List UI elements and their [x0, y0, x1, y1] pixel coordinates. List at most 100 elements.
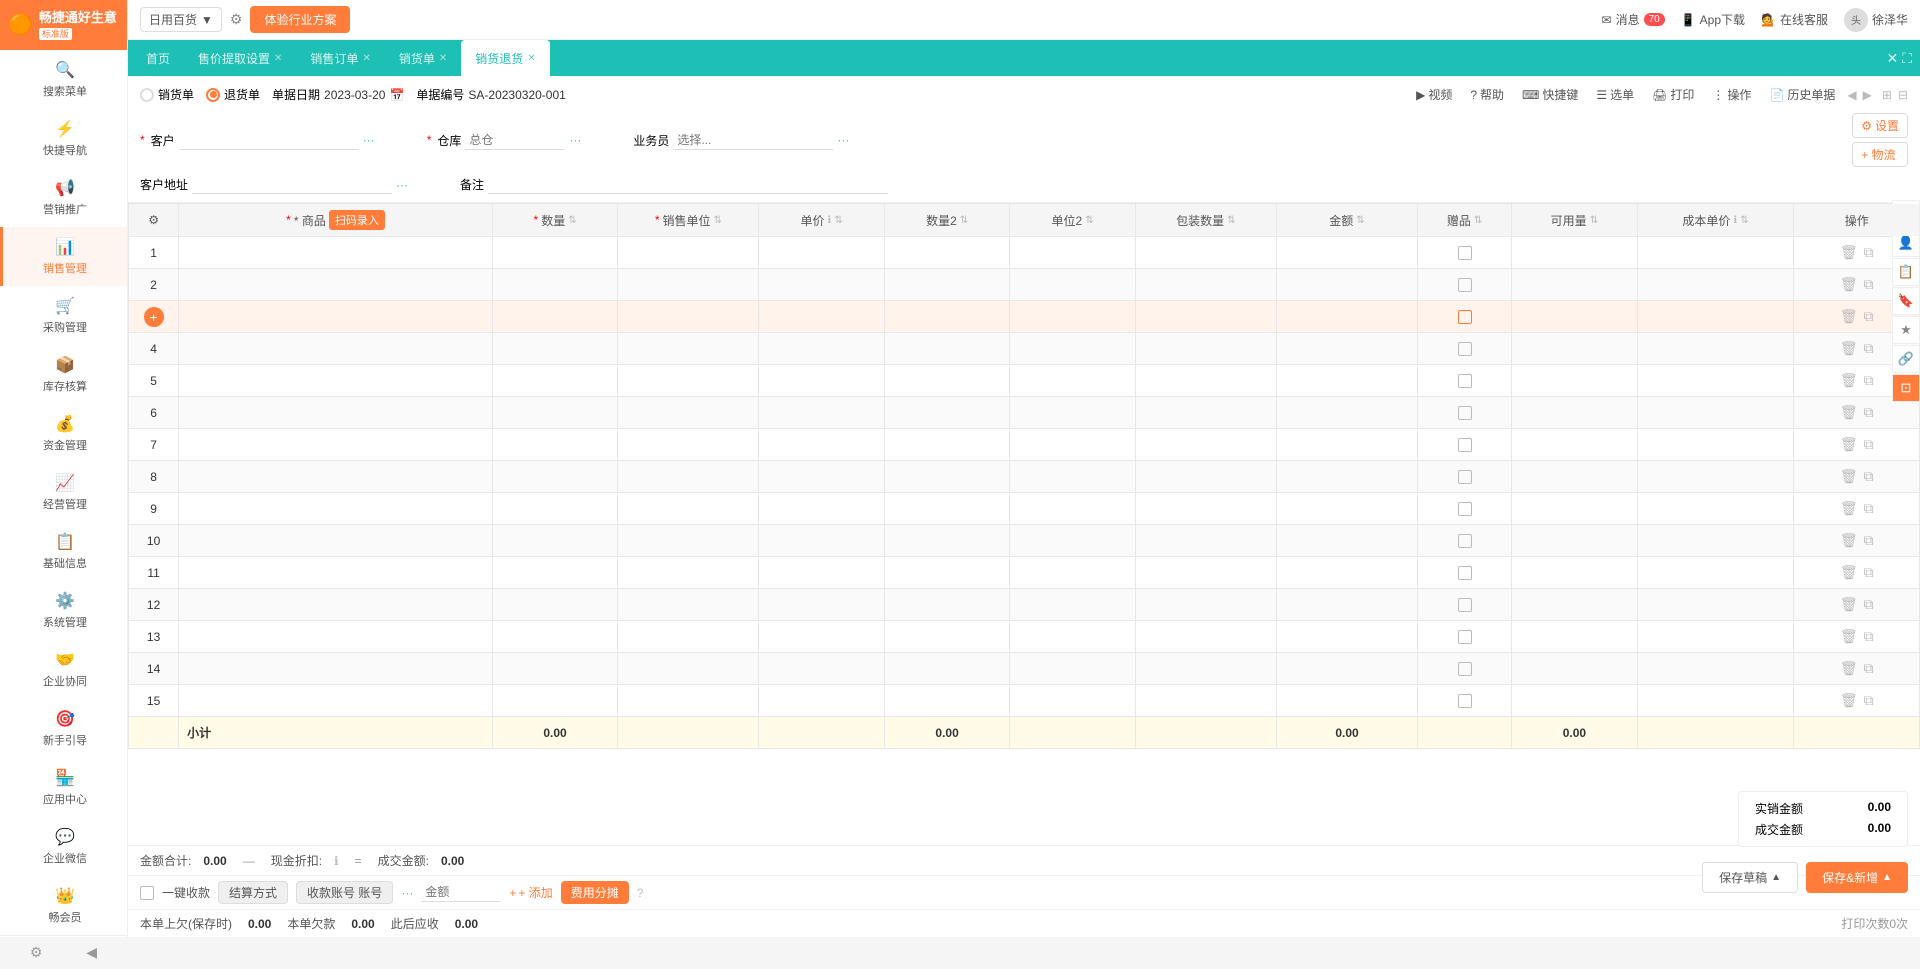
print-btn[interactable]: 🖨 打印	[1646, 84, 1700, 105]
delete-icon[interactable]: 🗑	[1840, 532, 1858, 549]
delete-icon[interactable]: 🗑	[1840, 692, 1858, 709]
copy-icon[interactable]: ⧉	[1864, 436, 1874, 453]
row-price-1[interactable]	[759, 237, 884, 269]
qty-sort-icon[interactable]: ⇅	[568, 215, 576, 226]
cost-info-icon[interactable]: ℹ	[1733, 215, 1737, 226]
calc-info-icon[interactable]: ℹ	[334, 854, 339, 868]
copy-row-3-icon[interactable]: ⧉	[1864, 308, 1874, 325]
settings-btn[interactable]: ⚙ 设置	[1852, 113, 1908, 138]
warehouse-more-btn[interactable]: ···	[569, 133, 581, 147]
topbar-gear-icon[interactable]: ⚙	[230, 11, 243, 28]
copy-row-2-icon[interactable]: ⧉	[1864, 276, 1874, 293]
copy-icon[interactable]: ⧉	[1864, 404, 1874, 421]
save-new-btn[interactable]: 保存&新增 ▲	[1806, 862, 1908, 893]
amount-sort-icon[interactable]: ⇅	[1356, 215, 1364, 226]
sidebar-item-search[interactable]: 🔍 搜索菜单	[0, 50, 127, 109]
help-btn[interactable]: ? 帮助	[1464, 84, 1510, 105]
row-unit-1[interactable]	[618, 237, 759, 269]
row-product-1[interactable]	[179, 237, 493, 269]
delete-row-3-icon[interactable]: 🗑	[1840, 308, 1858, 325]
industry-select[interactable]: 日用百货 ▼	[140, 7, 222, 32]
close-tab-icon[interactable]: ✕	[1886, 50, 1898, 67]
delete-icon[interactable]: 🗑	[1840, 660, 1858, 677]
delete-icon[interactable]: 🗑	[1840, 468, 1858, 485]
qty2-sort-icon[interactable]: ⇅	[960, 215, 968, 226]
sidebar-item-appstore[interactable]: 🏪 应用中心	[0, 758, 127, 817]
add-payment-btn[interactable]: + + 添加	[509, 884, 552, 901]
select-order-btn[interactable]: ☰ 选单	[1590, 84, 1640, 105]
delete-row-2-icon[interactable]: 🗑	[1840, 276, 1858, 293]
user-menu[interactable]: 头 徐泽华	[1844, 8, 1908, 32]
copy-icon[interactable]: ⧉	[1864, 532, 1874, 549]
copy-icon[interactable]: ⧉	[1864, 692, 1874, 709]
tab-home[interactable]: 首页	[132, 40, 184, 76]
radio-return[interactable]: 退货单	[206, 86, 260, 103]
copy-row-1-icon[interactable]: ⧉	[1864, 244, 1874, 261]
copy-icon[interactable]: ⧉	[1864, 564, 1874, 581]
history-btn[interactable]: 📄 历史单据	[1763, 84, 1841, 105]
row-cost-1[interactable]	[1637, 237, 1794, 269]
salesperson-more-btn[interactable]: ···	[837, 133, 849, 147]
salesperson-input[interactable]	[673, 131, 833, 150]
avail-sort-icon[interactable]: ⇅	[1590, 215, 1598, 226]
warehouse-input[interactable]	[465, 131, 565, 150]
delete-icon[interactable]: 🗑	[1840, 564, 1858, 581]
payment-help-icon[interactable]: ?	[637, 886, 644, 900]
sidebar-settings-icon[interactable]: ⚙	[30, 944, 43, 961]
tab-close-sales-return[interactable]: ✕	[527, 53, 535, 64]
sidebar-item-guide[interactable]: 🎯 新手引导	[0, 699, 127, 758]
price-info-icon[interactable]: ℹ	[828, 215, 832, 226]
row-qty2-1[interactable]	[884, 237, 1009, 269]
add-row-btn[interactable]: +	[144, 307, 164, 327]
tab-close-sales-delivery[interactable]: ✕	[439, 53, 447, 64]
th-settings[interactable]: ⚙	[129, 204, 179, 237]
copy-icon[interactable]: ⧉	[1864, 596, 1874, 613]
tab-sales-delivery[interactable]: 销货单 ✕	[385, 40, 461, 76]
active-product-input[interactable]	[183, 310, 488, 324]
row-unit2-1[interactable]	[1010, 237, 1135, 269]
gift-sort-icon[interactable]: ⇅	[1474, 215, 1482, 226]
remark-input[interactable]	[488, 175, 888, 194]
add-logistics-btn[interactable]: + 物流	[1852, 142, 1908, 167]
online-service-btn[interactable]: 💁 在线客服	[1761, 11, 1828, 28]
delete-icon[interactable]: 🗑	[1840, 340, 1858, 357]
address-input[interactable]	[192, 175, 392, 194]
row-avail-1[interactable]	[1512, 237, 1637, 269]
float-icon-3[interactable]: 📋	[1892, 258, 1920, 286]
app-download-btn[interactable]: 📱 App下载	[1681, 11, 1745, 28]
copy-icon[interactable]: ⧉	[1864, 372, 1874, 389]
tab-sales-return[interactable]: 销货退货 ✕	[461, 40, 549, 76]
tab-price-settings[interactable]: 售价提取设置 ✕	[184, 40, 296, 76]
save-draft-btn[interactable]: 保存草稿 ▲	[1702, 862, 1798, 893]
copy-icon[interactable]: ⧉	[1864, 500, 1874, 517]
float-icon-4[interactable]: 🔖	[1892, 287, 1920, 315]
split-cost-btn[interactable]: 费用分摊	[561, 881, 629, 904]
pack-sort-icon[interactable]: ⇅	[1227, 215, 1235, 226]
address-more-btn[interactable]: ···	[396, 178, 408, 192]
message-btn[interactable]: ✉ 消息 70	[1602, 11, 1665, 28]
delete-icon[interactable]: 🗑	[1840, 436, 1858, 453]
calc-method-btn[interactable]: 结算方式	[218, 881, 288, 904]
float-icon-5[interactable]: ★	[1892, 316, 1920, 344]
sidebar-item-basic[interactable]: 📋 基础信息	[0, 522, 127, 581]
tab-close-price-settings[interactable]: ✕	[274, 53, 282, 64]
delete-icon[interactable]: 🗑	[1840, 628, 1858, 645]
delete-icon[interactable]: 🗑	[1840, 372, 1858, 389]
delete-row-1-icon[interactable]: 🗑	[1840, 244, 1858, 261]
sidebar-item-member[interactable]: 👑 畅会员	[0, 876, 127, 935]
customer-input[interactable]	[179, 131, 359, 150]
copy-icon[interactable]: ⧉	[1864, 340, 1874, 357]
float-icon-7[interactable]: ⊡	[1892, 374, 1920, 402]
row-qty-1[interactable]	[492, 237, 617, 269]
delete-icon[interactable]: 🗑	[1840, 500, 1858, 517]
sidebar-item-inventory[interactable]: 📦 库存核算	[0, 345, 127, 404]
one-click-checkbox[interactable]	[140, 886, 154, 900]
row-amount-1[interactable]	[1276, 237, 1417, 269]
expand-tab-icon[interactable]: ⛶	[1902, 50, 1912, 67]
unit-sort-icon[interactable]: ⇅	[714, 215, 722, 226]
sidebar-item-system[interactable]: ⚙️ 系统管理	[0, 581, 127, 640]
tab-close-sales-order[interactable]: ✕	[362, 53, 370, 64]
calendar-icon[interactable]: 📅	[389, 88, 404, 102]
shortcut-btn[interactable]: ⌨ 快捷键	[1516, 84, 1584, 105]
unit2-sort-icon[interactable]: ⇅	[1085, 215, 1093, 226]
